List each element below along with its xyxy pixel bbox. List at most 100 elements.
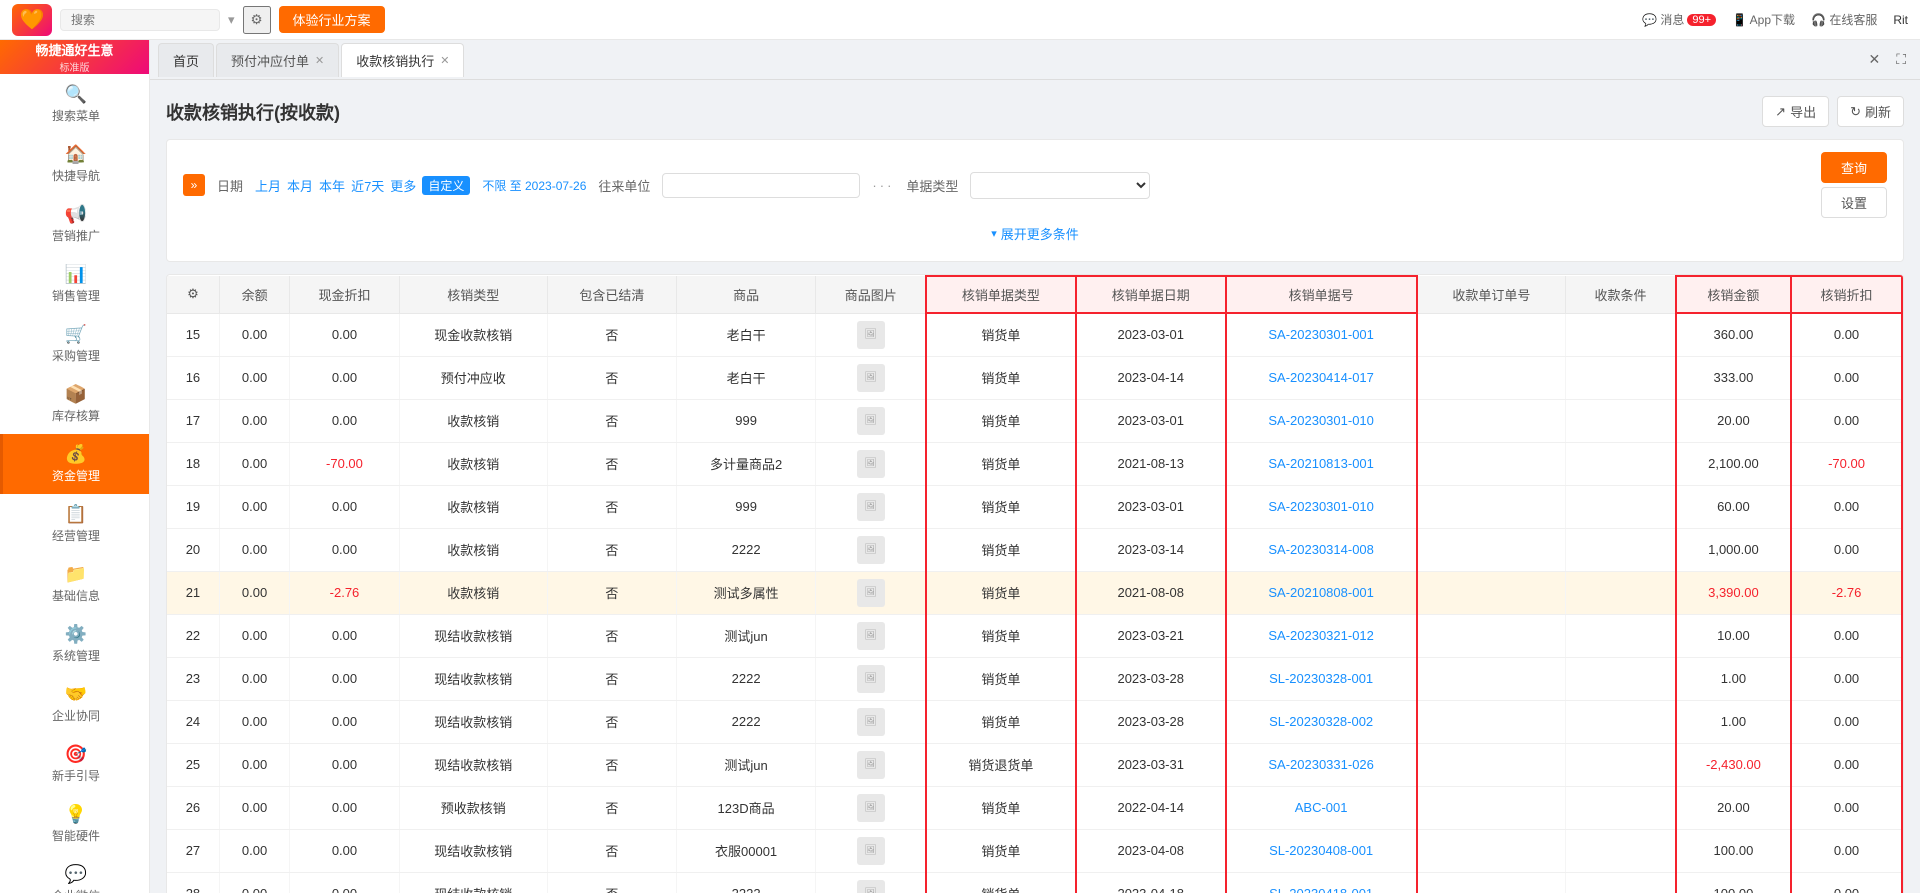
date-this-month[interactable]: 本月 <box>287 176 313 195</box>
verify-no-link[interactable]: SA-20210808-001 <box>1268 585 1374 600</box>
sidebar-item-purchase[interactable]: 🛒 采购管理 <box>0 314 149 374</box>
row-verify-no[interactable]: SL-20230328-002 <box>1226 700 1417 743</box>
row-verify-date: 2023-04-08 <box>1076 829 1226 872</box>
sidebar-item-inventory[interactable]: 📦 库存核算 <box>0 374 149 434</box>
receipt-type-select[interactable] <box>970 172 1150 199</box>
search-icon: 🔍 <box>65 84 87 105</box>
row-balance: 0.00 <box>219 528 289 571</box>
sidebar-item-system[interactable]: ⚙️ 系统管理 <box>0 614 149 674</box>
expand-more-btn[interactable]: ▾ 展开更多条件 <box>183 218 1887 249</box>
verify-no-link[interactable]: SA-20230301-010 <box>1268 499 1374 514</box>
industry-btn[interactable]: 体验行业方案 <box>279 6 385 33</box>
sidebar-label-guide: 新手引导 <box>52 767 100 784</box>
handshake-icon: 🤝 <box>65 684 87 705</box>
row-verify-amount: 3,390.00 <box>1676 571 1791 614</box>
sidebar-item-sales[interactable]: 📊 销售管理 <box>0 254 149 314</box>
page-header: 收款核销执行(按收款) ↗ 导出 ↻ 刷新 <box>166 96 1904 127</box>
user-name[interactable]: Rit <box>1893 13 1908 27</box>
row-verify-no[interactable]: SA-20230414-017 <box>1226 356 1417 399</box>
tab-home[interactable]: 首页 <box>158 43 214 77</box>
verify-no-link[interactable]: SA-20230301-001 <box>1268 327 1374 342</box>
row-verify-amount: 100.00 <box>1676 829 1791 872</box>
sidebar-item-finance[interactable]: 💰 资金管理 <box>0 434 149 494</box>
sidebar-item-enterprise[interactable]: 🤝 企业协同 <box>0 674 149 734</box>
row-include-settled: 否 <box>547 657 676 700</box>
refresh-button[interactable]: ↻ 刷新 <box>1837 96 1904 127</box>
sidebar-item-wechat[interactable]: 💬 企业微信 <box>0 854 149 893</box>
sidebar-item-marketing[interactable]: 📢 营销推广 <box>0 194 149 254</box>
sidebar-item-search[interactable]: 🔍 搜索菜单 <box>0 74 149 134</box>
online-service-link[interactable]: 🎧 在线客服 <box>1811 11 1877 28</box>
row-include-settled: 否 <box>547 571 676 614</box>
tab-collection[interactable]: 收款核销执行 ✕ <box>341 43 464 77</box>
sidebar-item-guide[interactable]: 🎯 新手引导 <box>0 734 149 794</box>
sidebar-item-basic[interactable]: 📁 基础信息 <box>0 554 149 614</box>
close-window-btn[interactable]: ✕ <box>1862 49 1886 70</box>
verify-no-link[interactable]: SA-20230321-012 <box>1268 628 1374 643</box>
message-link[interactable]: 💬 消息 99+ <box>1642 11 1716 28</box>
row-receipt-order-no <box>1417 356 1566 399</box>
verify-no-link[interactable]: SL-20230418-001 <box>1269 886 1373 893</box>
prepay-tab-close[interactable]: ✕ <box>315 54 324 67</box>
row-product: 123D商品 <box>676 786 816 829</box>
row-verify-doc-type: 销货单 <box>926 356 1076 399</box>
verify-no-link[interactable]: SA-20230314-008 <box>1268 542 1374 557</box>
verify-no-link[interactable]: SA-20210813-001 <box>1268 456 1374 471</box>
date-7days[interactable]: 近7天 <box>351 176 384 195</box>
row-cash-discount: 0.00 <box>290 829 399 872</box>
app-download-link[interactable]: 📱 App下载 <box>1732 11 1795 28</box>
data-table-container: ⚙ 余额 现金折扣 核销类型 包含已结清 商品 商品图片 核销单据类型 核销单据… <box>166 274 1904 893</box>
top-search-input[interactable] <box>60 9 220 31</box>
row-receipt-order-no <box>1417 399 1566 442</box>
maximize-btn[interactable]: ⛶ <box>1890 49 1912 70</box>
row-verify-no[interactable]: SA-20210808-001 <box>1226 571 1417 614</box>
tab-prepay[interactable]: 预付冲应付单 ✕ <box>216 43 339 77</box>
settings-button[interactable]: 设置 <box>1821 187 1887 218</box>
sidebar-item-hardware[interactable]: 💡 智能硬件 <box>0 794 149 854</box>
date-more[interactable]: 更多 <box>390 176 416 195</box>
row-verify-type: 现结收款核销 <box>399 829 547 872</box>
row-balance: 0.00 <box>219 485 289 528</box>
row-verify-no[interactable]: SA-20230301-001 <box>1226 313 1417 356</box>
verify-no-link[interactable]: SL-20230328-001 <box>1269 671 1373 686</box>
sidebar-item-operation[interactable]: 📋 经营管理 <box>0 494 149 554</box>
verify-no-link[interactable]: SA-20230301-010 <box>1268 413 1374 428</box>
table-row: 16 0.00 0.00 预付冲应收 否 老白干 🖼 销货单 2023-04-1… <box>167 356 1902 399</box>
row-product: 老白干 <box>676 356 816 399</box>
verify-no-link[interactable]: SL-20230408-001 <box>1269 843 1373 858</box>
col-settings[interactable]: ⚙ <box>167 276 219 313</box>
date-last-month[interactable]: 上月 <box>255 176 281 195</box>
row-verify-no[interactable]: SA-20230321-012 <box>1226 614 1417 657</box>
row-verify-no[interactable]: SA-20230301-010 <box>1226 399 1417 442</box>
verify-no-link[interactable]: SL-20230328-002 <box>1269 714 1373 729</box>
export-button[interactable]: ↗ 导出 <box>1762 96 1829 127</box>
phone-icon: 📱 <box>1732 13 1747 27</box>
date-custom-badge[interactable]: 自定义 <box>422 176 470 195</box>
query-button[interactable]: 查询 <box>1821 152 1887 183</box>
verify-no-link[interactable]: SA-20230414-017 <box>1268 370 1374 385</box>
sidebar-item-quick-nav[interactable]: 🏠 快捷导航 <box>0 134 149 194</box>
row-verify-no[interactable]: SA-20230301-010 <box>1226 485 1417 528</box>
chart-icon: 📊 <box>65 264 87 285</box>
table-row: 17 0.00 0.00 收款核销 否 999 🖼 销货单 2023-03-01… <box>167 399 1902 442</box>
row-include-settled: 否 <box>547 485 676 528</box>
verify-no-link[interactable]: ABC-001 <box>1295 800 1348 815</box>
gear-button[interactable]: ⚙ <box>243 6 271 34</box>
expand-arrow-button[interactable]: » <box>183 174 205 196</box>
row-verify-no[interactable]: SA-20230314-008 <box>1226 528 1417 571</box>
row-verify-no[interactable]: SL-20230328-001 <box>1226 657 1417 700</box>
verify-no-link[interactable]: SA-20230331-026 <box>1268 757 1374 772</box>
row-verify-no[interactable]: SL-20230418-001 <box>1226 872 1417 893</box>
counterparty-input[interactable] <box>662 173 860 198</box>
row-verify-no[interactable]: ABC-001 <box>1226 786 1417 829</box>
row-verify-amount: 1.00 <box>1676 657 1791 700</box>
row-receipt-condition <box>1566 571 1676 614</box>
row-include-settled: 否 <box>547 399 676 442</box>
row-verify-no[interactable]: SA-20210813-001 <box>1226 442 1417 485</box>
row-cash-discount: 0.00 <box>290 614 399 657</box>
row-verify-no[interactable]: SA-20230331-026 <box>1226 743 1417 786</box>
dropdown-arrow-icon: ▾ <box>228 12 235 28</box>
row-verify-no[interactable]: SL-20230408-001 <box>1226 829 1417 872</box>
collection-tab-close[interactable]: ✕ <box>440 54 449 67</box>
date-this-year[interactable]: 本年 <box>319 176 345 195</box>
